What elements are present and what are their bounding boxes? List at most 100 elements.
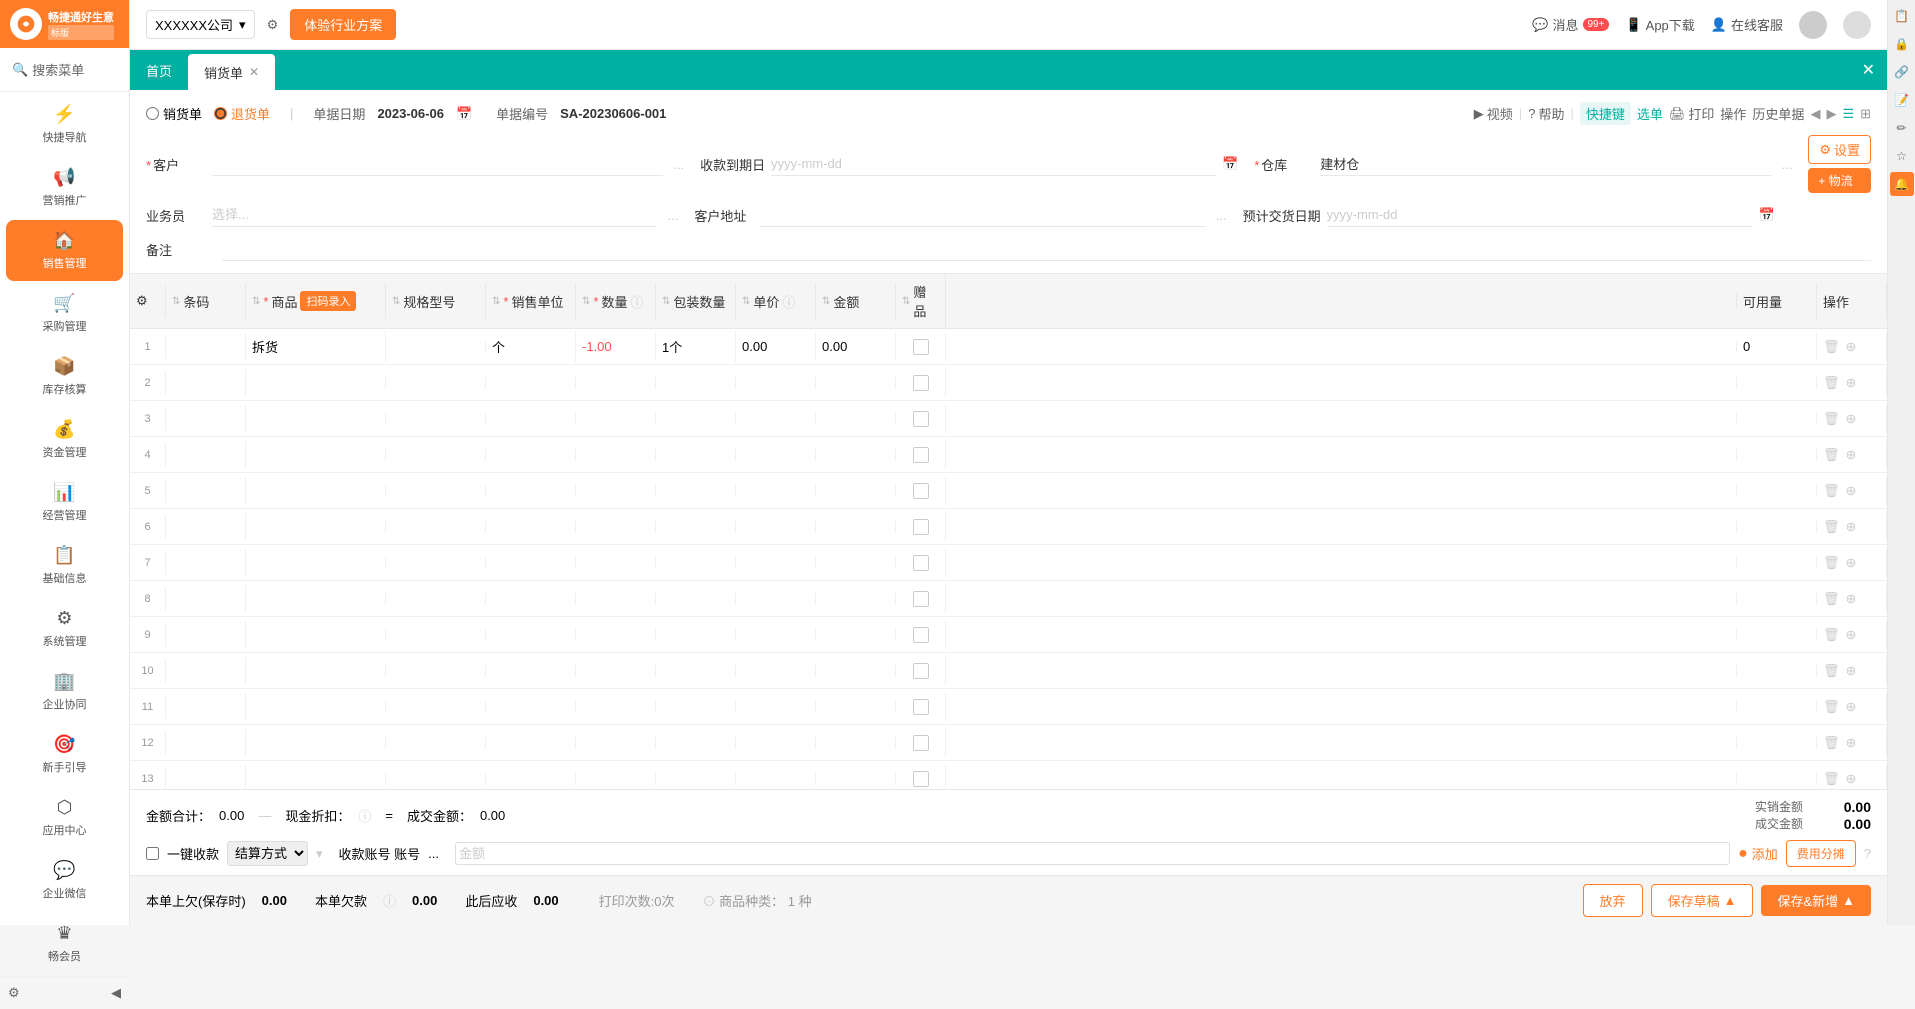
row-pkg-1[interactable] bbox=[656, 377, 736, 389]
row-spec-11[interactable] bbox=[386, 737, 486, 749]
video-btn[interactable]: ▶ 视频 bbox=[1474, 104, 1513, 123]
row-settings-8[interactable]: 9 bbox=[130, 623, 166, 647]
row-copy-9[interactable]: ⊕ bbox=[1846, 663, 1857, 679]
sort-icon-unit[interactable]: ⇅ bbox=[492, 296, 500, 307]
row-spec-4[interactable] bbox=[386, 485, 486, 497]
gift-checkbox-1[interactable] bbox=[913, 375, 929, 391]
nav-prev-icon[interactable]: ◀ bbox=[1810, 106, 1820, 122]
row-delete-4[interactable]: 🗑 bbox=[1823, 483, 1840, 499]
row-settings-1[interactable]: 2 bbox=[130, 371, 166, 395]
row-price-7[interactable] bbox=[736, 593, 816, 605]
row-gift-7[interactable] bbox=[896, 585, 946, 613]
row-goods-5[interactable] bbox=[246, 521, 386, 533]
barcode-input-3[interactable] bbox=[172, 447, 239, 462]
row-price-0[interactable]: 0.00 bbox=[736, 333, 816, 360]
scan-barcode-btn[interactable]: 扫码录入 bbox=[300, 291, 356, 311]
row-unit-1[interactable] bbox=[486, 377, 576, 389]
row-goods-12[interactable] bbox=[246, 773, 386, 785]
row-delete-10[interactable]: 🗑 bbox=[1823, 699, 1840, 715]
th-settings[interactable]: ⚙ bbox=[130, 285, 166, 317]
row-pkg-8[interactable] bbox=[656, 629, 736, 641]
save-draft-btn[interactable]: 保存草稿 ▲ bbox=[1651, 884, 1754, 917]
row-note-9[interactable] bbox=[946, 665, 1737, 677]
row-spec-1[interactable] bbox=[386, 377, 486, 389]
row-pkg-7[interactable] bbox=[656, 593, 736, 605]
amount-input[interactable] bbox=[455, 842, 1730, 865]
row-goods-1[interactable] bbox=[246, 377, 386, 389]
row-delete-12[interactable]: 🗑 bbox=[1823, 771, 1840, 787]
row-amount-5[interactable] bbox=[816, 521, 896, 533]
radio-return-order[interactable]: 退货单 bbox=[214, 104, 270, 123]
save-new-chevron[interactable]: ▲ bbox=[1842, 893, 1855, 908]
barcode-input-6[interactable] bbox=[172, 555, 239, 570]
sort-icon-gift[interactable]: ⇅ bbox=[902, 296, 910, 307]
add-payment-btn[interactable]: ● 添加 bbox=[1738, 844, 1778, 863]
sidebar-item-marketing[interactable]: 📢 营销推广 bbox=[6, 157, 123, 218]
row-note-5[interactable] bbox=[946, 521, 1737, 533]
row-delete-7[interactable]: 🗑 bbox=[1823, 591, 1840, 607]
row-gift-0[interactable] bbox=[896, 333, 946, 361]
discard-btn[interactable]: 放弃 bbox=[1583, 884, 1643, 917]
row-spec-0[interactable] bbox=[386, 341, 486, 353]
row-qty-6[interactable] bbox=[576, 557, 656, 569]
row-amount-3[interactable] bbox=[816, 449, 896, 461]
row-settings-12[interactable]: 13 bbox=[130, 767, 166, 790]
settings-col-icon[interactable]: ⚙ bbox=[136, 293, 148, 309]
row-copy-7[interactable]: ⊕ bbox=[1846, 591, 1857, 607]
row-gift-10[interactable] bbox=[896, 693, 946, 721]
gift-checkbox-7[interactable] bbox=[913, 591, 929, 607]
sidebar-item-guide[interactable]: 🎯 新手引导 bbox=[6, 724, 123, 785]
row-barcode-4[interactable] bbox=[166, 477, 246, 504]
sidebar-item-system[interactable]: ⚙ 系统管理 bbox=[6, 598, 123, 659]
row-goods-2[interactable] bbox=[246, 413, 386, 425]
row-delete-0[interactable]: 🗑 bbox=[1823, 339, 1840, 355]
payment-calendar-icon[interactable]: 📅 bbox=[1222, 156, 1238, 172]
row-spec-12[interactable] bbox=[386, 773, 486, 785]
row-copy-10[interactable]: ⊕ bbox=[1846, 699, 1857, 715]
account-dots[interactable]: ... bbox=[428, 846, 439, 861]
row-copy-0[interactable]: ⊕ bbox=[1846, 339, 1857, 355]
row-qty-8[interactable] bbox=[576, 629, 656, 641]
sidebar-item-operation[interactable]: 📊 经营管理 bbox=[6, 472, 123, 533]
row-goods-11[interactable] bbox=[246, 737, 386, 749]
row-goods-10[interactable] bbox=[246, 701, 386, 713]
customer-dots[interactable]: ... bbox=[673, 157, 684, 172]
warehouse-input[interactable] bbox=[1320, 152, 1771, 176]
row-delete-1[interactable]: 🗑 bbox=[1823, 375, 1840, 391]
sidebar-item-member[interactable]: ♛ 畅会员 bbox=[6, 913, 123, 974]
row-qty-11[interactable] bbox=[576, 737, 656, 749]
tool-btn-6[interactable]: ☆ bbox=[1890, 144, 1914, 168]
row-pkg-0[interactable]: 1个 bbox=[656, 331, 736, 362]
tab-close-icon[interactable]: ✕ bbox=[249, 65, 259, 79]
row-qty-3[interactable] bbox=[576, 449, 656, 461]
warehouse-dots[interactable]: ... bbox=[1781, 157, 1792, 172]
notes-input[interactable] bbox=[222, 237, 1871, 261]
barcode-input-10[interactable] bbox=[172, 699, 239, 714]
sidebar-item-app-center[interactable]: ⬡ 应用中心 bbox=[6, 787, 123, 848]
row-barcode-2[interactable] bbox=[166, 405, 246, 432]
row-spec-2[interactable] bbox=[386, 413, 486, 425]
row-copy-2[interactable]: ⊕ bbox=[1846, 411, 1857, 427]
sort-icon-qty[interactable]: ⇅ bbox=[582, 296, 590, 307]
barcode-input-11[interactable] bbox=[172, 735, 239, 750]
row-unit-9[interactable] bbox=[486, 665, 576, 677]
row-note-8[interactable] bbox=[946, 629, 1737, 641]
row-unit-2[interactable] bbox=[486, 413, 576, 425]
row-pkg-2[interactable] bbox=[656, 413, 736, 425]
avatar[interactable] bbox=[1799, 11, 1827, 39]
gift-checkbox-10[interactable] bbox=[913, 699, 929, 715]
sort-icon-amount[interactable]: ⇅ bbox=[822, 296, 830, 307]
row-settings-4[interactable]: 5 bbox=[130, 479, 166, 503]
row-amount-12[interactable] bbox=[816, 773, 896, 785]
row-spec-8[interactable] bbox=[386, 629, 486, 641]
row-goods-9[interactable] bbox=[246, 665, 386, 677]
row-amount-10[interactable] bbox=[816, 701, 896, 713]
row-qty-0[interactable]: -1.00 bbox=[576, 333, 656, 360]
row-barcode-9[interactable] bbox=[166, 657, 246, 684]
row-delete-5[interactable]: 🗑 bbox=[1823, 519, 1840, 535]
row-gift-8[interactable] bbox=[896, 621, 946, 649]
row-gift-1[interactable] bbox=[896, 369, 946, 397]
row-unit-0[interactable]: 个 bbox=[486, 331, 576, 362]
barcode-input-9[interactable] bbox=[172, 663, 239, 678]
row-amount-6[interactable] bbox=[816, 557, 896, 569]
